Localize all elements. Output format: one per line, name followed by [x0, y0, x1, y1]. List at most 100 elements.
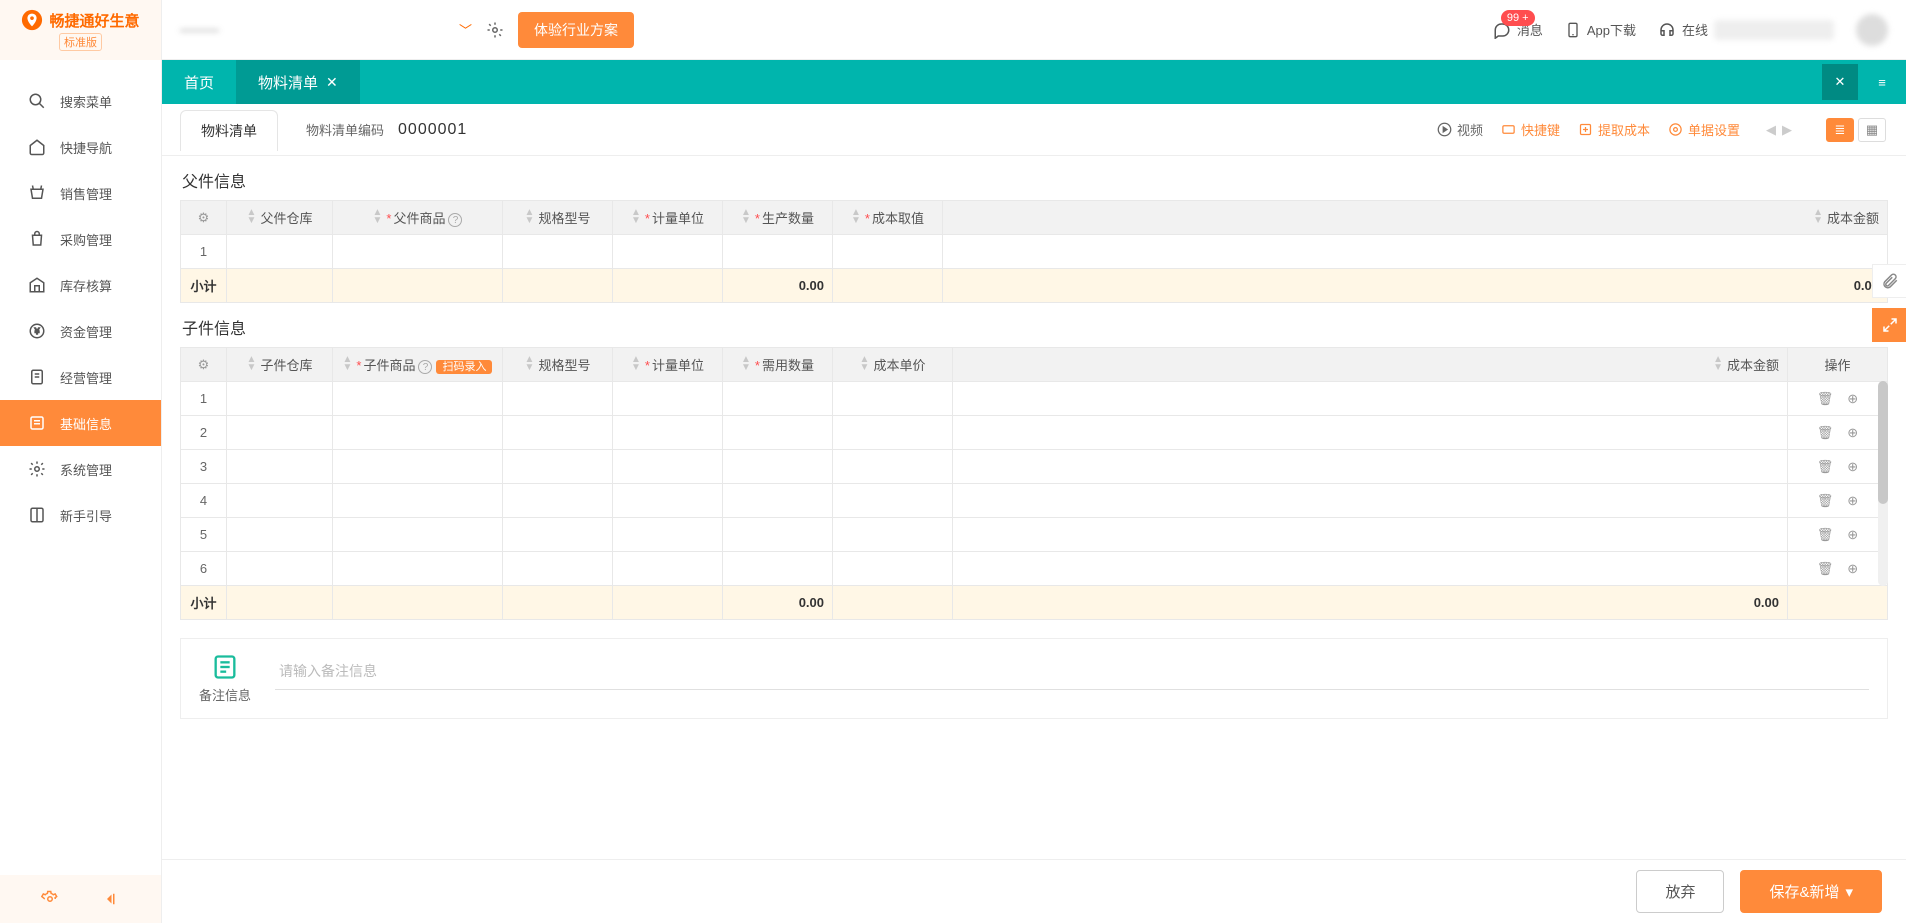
- col-parent-unit[interactable]: *计量单位: [613, 201, 723, 235]
- tab-more-icon[interactable]: ≡: [1864, 64, 1900, 100]
- col-parent-spec[interactable]: 规格型号: [503, 201, 613, 235]
- col-parent-qty[interactable]: *生产数量: [723, 201, 833, 235]
- avatar[interactable]: [1856, 14, 1888, 46]
- close-icon[interactable]: ✕: [326, 74, 338, 91]
- tab-close-all-icon[interactable]: ✕: [1822, 64, 1858, 100]
- col-child-costamount[interactable]: 成本金额: [953, 348, 1788, 382]
- collapse-icon[interactable]: [100, 890, 120, 908]
- add-row-icon[interactable]: ⊕: [1847, 459, 1858, 475]
- col-child-qty[interactable]: *需用数量: [723, 348, 833, 382]
- add-row-icon[interactable]: ⊕: [1847, 561, 1858, 577]
- col-parent-warehouse[interactable]: 父件仓库: [227, 201, 333, 235]
- delete-icon[interactable]: 🗑: [1817, 459, 1834, 475]
- scan-badge[interactable]: 扫码录入: [436, 360, 492, 374]
- sidebar-item-purchase[interactable]: 采购管理: [0, 216, 161, 262]
- add-row-icon[interactable]: ⊕: [1847, 493, 1858, 509]
- doc-settings-action[interactable]: 单据设置: [1668, 120, 1740, 139]
- messages-button[interactable]: 99 + 消息: [1493, 20, 1543, 39]
- tab-home[interactable]: 首页: [162, 60, 236, 104]
- table-row[interactable]: 3🗑⊕: [181, 450, 1888, 484]
- subtotal-amount: 0.00: [953, 586, 1788, 620]
- col-child-product[interactable]: *子件商品?扫码录入: [333, 348, 503, 382]
- extract-cost-action[interactable]: 提取成本: [1578, 120, 1650, 139]
- sidebar-item-funds[interactable]: ¥资金管理: [0, 308, 161, 354]
- delete-icon[interactable]: 🗑: [1817, 527, 1834, 543]
- col-child-spec[interactable]: 规格型号: [503, 348, 613, 382]
- discard-button[interactable]: 放弃: [1636, 870, 1724, 913]
- table-row[interactable]: 5 🗑 ⊕: [181, 518, 1888, 552]
- table-row[interactable]: 1: [181, 235, 1888, 269]
- delete-icon[interactable]: 🗑: [1817, 391, 1834, 407]
- chevron-down-icon[interactable]: ﹀: [459, 20, 472, 39]
- org-selector[interactable]: ———: [180, 22, 445, 37]
- table-row[interactable]: 1🗑⊕: [181, 382, 1888, 416]
- doc-tab[interactable]: 物料清单: [180, 110, 278, 151]
- online-label: 在线: [1682, 20, 1708, 39]
- sidebar-item-inventory[interactable]: 库存核算: [0, 262, 161, 308]
- sidebar-item-sales[interactable]: 销售管理: [0, 170, 161, 216]
- parent-table: ⚙ 父件仓库 *父件商品? 规格型号 *计量单位 *生产数量 *成本取值 成本金…: [180, 200, 1888, 303]
- tab-bom[interactable]: 物料清单 ✕: [236, 60, 360, 104]
- doc-code-group: 物料清单编码 0000001: [306, 120, 467, 139]
- col-child-warehouse[interactable]: 子件仓库: [227, 348, 333, 382]
- next-icon[interactable]: ▶: [1782, 122, 1792, 138]
- settings-icon: [1668, 122, 1683, 137]
- help-icon[interactable]: ?: [448, 213, 462, 227]
- messages-badge: 99 +: [1501, 10, 1535, 26]
- sidebar-item-label: 系统管理: [60, 460, 112, 479]
- sidebar-item-guide[interactable]: 新手引导: [0, 492, 161, 538]
- subtotal-label: 小计: [181, 269, 227, 303]
- col-child-unit[interactable]: *计量单位: [613, 348, 723, 382]
- view-grid-icon[interactable]: ▦: [1858, 118, 1886, 142]
- sidebar-item-basicdata[interactable]: 基础信息: [0, 400, 161, 446]
- tab-label: 首页: [184, 72, 214, 93]
- sidebar-item-operations[interactable]: 经营管理: [0, 354, 161, 400]
- app-download-button[interactable]: App下载: [1565, 20, 1636, 39]
- money-icon: ¥: [28, 322, 46, 340]
- help-icon[interactable]: ?: [418, 360, 432, 374]
- save-new-button[interactable]: 保存&新增▾: [1740, 870, 1882, 913]
- child-table: ⚙ 子件仓库 *子件商品?扫码录入 规格型号 *计量单位 *需用数量 成本单价 …: [180, 347, 1888, 620]
- gear-col-header[interactable]: ⚙: [181, 201, 227, 235]
- gear-col-header[interactable]: ⚙: [181, 348, 227, 382]
- sidebar-item-search[interactable]: 搜索菜单: [0, 78, 161, 124]
- remarks-input[interactable]: [275, 653, 1869, 690]
- col-child-unitcost[interactable]: 成本单价: [833, 348, 953, 382]
- table-row[interactable]: 4🗑⊕: [181, 484, 1888, 518]
- delete-icon[interactable]: 🗑: [1817, 493, 1834, 509]
- sidebar-item-label: 快捷导航: [60, 138, 112, 157]
- prev-icon[interactable]: ◀: [1766, 122, 1776, 138]
- doc-code-value: 0000001: [398, 121, 467, 139]
- add-row-icon[interactable]: ⊕: [1847, 527, 1858, 543]
- table-row[interactable]: 6🗑⊕: [181, 552, 1888, 586]
- col-parent-costamount[interactable]: 成本金额: [943, 201, 1888, 235]
- chevron-down-icon: ▾: [1845, 883, 1853, 901]
- settings-icon[interactable]: [41, 890, 59, 908]
- org-settings-icon[interactable]: [486, 21, 504, 39]
- add-row-icon[interactable]: ⊕: [1847, 425, 1858, 441]
- sidebar-item-system[interactable]: 系统管理: [0, 446, 161, 492]
- scrollbar[interactable]: [1878, 381, 1888, 586]
- col-parent-product[interactable]: *父件商品?: [333, 201, 503, 235]
- view-list-icon[interactable]: ≣: [1826, 118, 1854, 142]
- delete-icon[interactable]: 🗑: [1817, 561, 1834, 577]
- topbar-right: 99 + 消息 App下载 在线: [1493, 14, 1888, 46]
- sidebar-item-label: 库存核算: [60, 276, 112, 295]
- gear-icon: [28, 460, 46, 478]
- subtotal-row: 小计 0.00 0.00: [181, 269, 1888, 303]
- remarks-label-group: 备注信息: [199, 653, 251, 704]
- col-parent-costmethod[interactable]: *成本取值: [833, 201, 943, 235]
- support-button[interactable]: 在线: [1658, 20, 1834, 40]
- sidebar-item-quicknav[interactable]: 快捷导航: [0, 124, 161, 170]
- rownum-cell: 5: [181, 518, 227, 552]
- attachment-icon[interactable]: [1872, 264, 1906, 298]
- add-row-icon[interactable]: ⊕: [1847, 391, 1858, 407]
- promo-button[interactable]: 体验行业方案: [518, 12, 634, 48]
- content: 物料清单 物料清单编码 0000001 视频 快捷键 提取成本 单据设置 ◀ ▶: [162, 104, 1906, 923]
- warehouse-icon: [28, 276, 46, 294]
- table-row[interactable]: 2🗑⊕: [181, 416, 1888, 450]
- video-action[interactable]: 视频: [1437, 120, 1483, 139]
- delete-icon[interactable]: 🗑: [1817, 425, 1834, 441]
- expand-icon[interactable]: [1872, 308, 1906, 342]
- shortcut-action[interactable]: 快捷键: [1501, 120, 1560, 139]
